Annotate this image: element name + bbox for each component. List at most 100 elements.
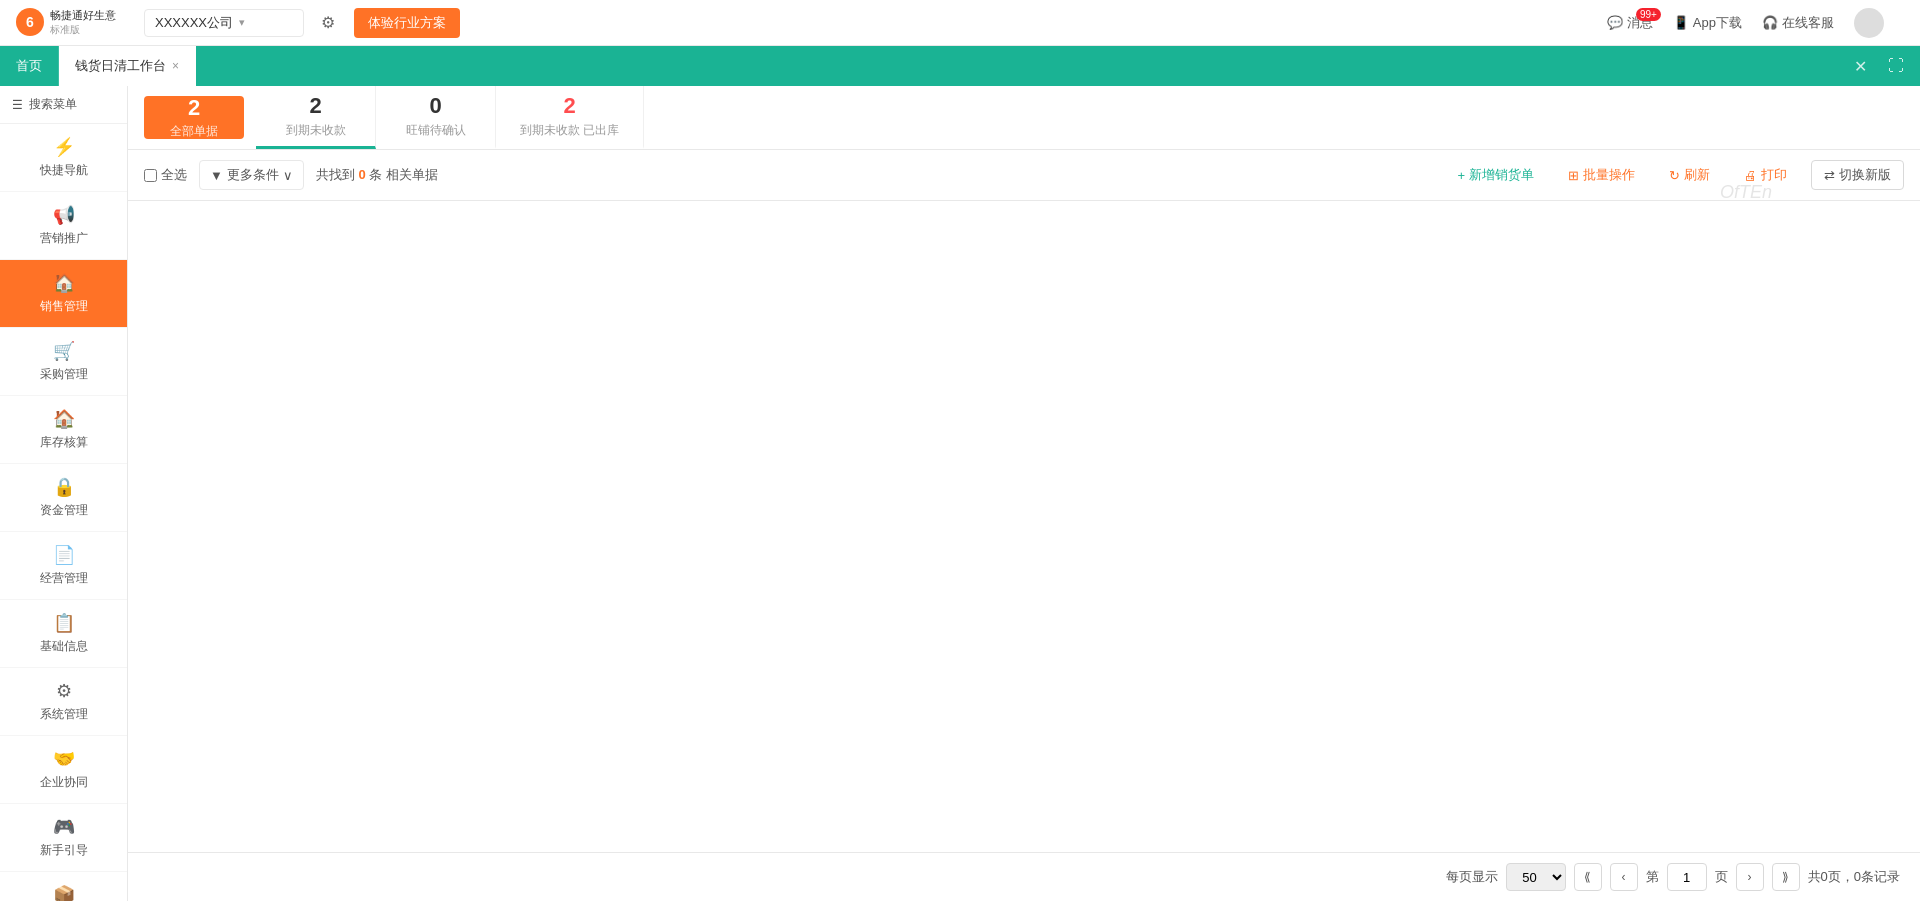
sidebar-label-sales: 销售管理 (40, 298, 88, 315)
active-tab-label: 钱货日清工作台 (75, 57, 166, 75)
message-icon: 💬 (1607, 15, 1623, 30)
add-sales-label: 新增销货单 (1469, 166, 1534, 184)
content-area: 2 全部单据 2 到期未收款 0 旺铺待确认 2 到期未收款 已出库 全选 (128, 86, 1920, 901)
batch-icon: ⊞ (1568, 168, 1579, 183)
next-page-button[interactable]: › (1736, 863, 1764, 891)
search-icon: ☰ (12, 98, 23, 112)
sidebar-label-guide: 新手引导 (40, 842, 88, 859)
tab-close-icon[interactable]: × (172, 59, 179, 73)
tab-active[interactable]: 钱货日清工作台 × (59, 46, 196, 86)
pagination: 每页显示 50 100 200 ⟪ ‹ 第 页 › ⟫ 共0页，0条记录 (128, 852, 1920, 901)
table-area (128, 201, 1920, 852)
sidebar-label-purchase: 采购管理 (40, 366, 88, 383)
stat-tab-all[interactable]: 2 全部单据 (144, 96, 244, 139)
sidebar-search[interactable]: ☰ 搜索菜单 (0, 86, 127, 124)
tab-collapse-button[interactable]: ✕ (1846, 52, 1874, 80)
download-icon: 📱 (1673, 15, 1689, 30)
avatar[interactable] (1854, 8, 1884, 38)
stat-number-shipped: 2 (564, 93, 576, 119)
tab-bar-actions: ✕ ⛶ (1846, 52, 1920, 80)
online-service-label: 在线客服 (1782, 14, 1834, 32)
messages-button[interactable]: 💬 消息 99+ (1607, 14, 1653, 32)
total-info: 共0页，0条记录 (1808, 868, 1900, 886)
switch-icon: ⇄ (1824, 168, 1835, 183)
sidebar-label-base-info: 基础信息 (40, 638, 88, 655)
switch-version-button[interactable]: ⇄ 切换新版 (1811, 160, 1904, 190)
result-count-text: 共找到 0 条 相关单据 (316, 166, 438, 184)
main-layout: ☰ 搜索菜单 ⚡ 快捷导航 📢 营销推广 🏠 销售管理 🛒 采购管理 🏠 库存核… (0, 86, 1920, 901)
sidebar-label-cooperation: 企业协同 (40, 774, 88, 791)
first-page-button[interactable]: ⟪ (1574, 863, 1602, 891)
batch-button[interactable]: ⊞ 批量操作 (1558, 161, 1645, 189)
inventory-icon: 🏠 (53, 408, 75, 430)
collapse-icon: ✕ (1854, 57, 1867, 76)
sidebar-label-quick-nav: 快捷导航 (40, 162, 88, 179)
sidebar-item-inventory[interactable]: 🏠 库存核算 (0, 396, 127, 464)
refresh-button[interactable]: ↻ 刷新 (1659, 161, 1720, 189)
sidebar-item-guide[interactable]: 🎮 新手引导 (0, 804, 127, 872)
stat-label-overdue: 到期未收款 (286, 122, 346, 139)
stat-tab-pending[interactable]: 0 旺铺待确认 (376, 86, 496, 149)
page-number-input[interactable] (1667, 863, 1707, 891)
app-name-block: 畅捷通好生意 标准版 (50, 8, 116, 36)
batch-label: 批量操作 (1583, 166, 1635, 184)
sales-icon: 🏠 (53, 272, 75, 294)
stat-tab-overdue[interactable]: 2 到期未收款 (256, 86, 376, 149)
sidebar-item-marketing[interactable]: 📢 营销推广 (0, 192, 127, 260)
sidebar-item-purchase[interactable]: 🛒 采购管理 (0, 328, 127, 396)
top-header: 6 畅捷通好生意 标准版 XXXXXX公司 ▾ ⚙ 体验行业方案 💬 消息 99… (0, 0, 1920, 46)
filter-button[interactable]: ▼ 更多条件 ∨ (199, 160, 304, 190)
app-logo: 6 (16, 8, 44, 36)
sidebar-item-app-center[interactable]: 📦 应用中心 (0, 872, 127, 901)
sidebar-item-sales[interactable]: 🏠 销售管理 (0, 260, 127, 328)
tab-home[interactable]: 首页 (0, 46, 59, 86)
gear-icon: ⚙ (321, 13, 335, 32)
sidebar: ☰ 搜索菜单 ⚡ 快捷导航 📢 营销推广 🏠 销售管理 🛒 采购管理 🏠 库存核… (0, 86, 128, 901)
sidebar-item-system[interactable]: ⚙ 系统管理 (0, 668, 127, 736)
stat-tab-shipped[interactable]: 2 到期未收款 已出库 (496, 86, 644, 149)
app-edition: 标准版 (50, 23, 116, 37)
header-right: 💬 消息 99+ 📱 App下载 🎧 在线客服 (1607, 8, 1904, 38)
sidebar-item-finance[interactable]: 🔒 资金管理 (0, 464, 127, 532)
guide-icon: 🎮 (53, 816, 75, 838)
last-page-button[interactable]: ⟫ (1772, 863, 1800, 891)
settings-button[interactable]: ⚙ (312, 7, 344, 39)
add-sales-button[interactable]: + 新增销货单 (1447, 161, 1544, 189)
service-icon: 🎧 (1762, 15, 1778, 30)
trial-button[interactable]: 体验行业方案 (354, 8, 460, 38)
page-label: 第 (1646, 868, 1659, 886)
app-name: 畅捷通好生意 (50, 8, 116, 22)
online-service-button[interactable]: 🎧 在线客服 (1762, 14, 1834, 32)
per-page-select[interactable]: 50 100 200 (1506, 863, 1566, 891)
base-info-icon: 📋 (53, 612, 75, 634)
stat-number-overdue: 2 (309, 93, 321, 119)
stat-label-all: 全部单据 (170, 123, 218, 140)
print-label: 打印 (1761, 166, 1787, 184)
app-download-button[interactable]: 📱 App下载 (1673, 14, 1742, 32)
company-name: XXXXXX公司 (155, 14, 233, 32)
sidebar-label-finance: 资金管理 (40, 502, 88, 519)
tab-expand-button[interactable]: ⛶ (1882, 52, 1910, 80)
company-selector[interactable]: XXXXXX公司 ▾ (144, 9, 304, 37)
page-unit: 页 (1715, 868, 1728, 886)
select-all-input[interactable] (144, 169, 157, 182)
tab-bar: 首页 钱货日清工作台 × ✕ ⛶ (0, 46, 1920, 86)
sidebar-label-marketing: 营销推广 (40, 230, 88, 247)
quick-nav-icon: ⚡ (53, 136, 75, 158)
sidebar-item-cooperation[interactable]: 🤝 企业协同 (0, 736, 127, 804)
toolbar-right: + 新增销货单 ⊞ 批量操作 ↻ 刷新 🖨 打印 ⇄ 切换新版 (1447, 160, 1904, 190)
sidebar-item-operation[interactable]: 📄 经营管理 (0, 532, 127, 600)
stat-number-all: 2 (188, 95, 200, 121)
sidebar-label-system: 系统管理 (40, 706, 88, 723)
stat-number-pending: 0 (429, 93, 441, 119)
marketing-icon: 📢 (53, 204, 75, 226)
select-all-checkbox[interactable]: 全选 (144, 166, 187, 184)
prev-page-button[interactable]: ‹ (1610, 863, 1638, 891)
result-number: 0 (359, 167, 366, 182)
sidebar-item-quick-nav[interactable]: ⚡ 快捷导航 (0, 124, 127, 192)
sidebar-label-inventory: 库存核算 (40, 434, 88, 451)
home-tab-label: 首页 (16, 57, 42, 75)
toolbar: 全选 ▼ 更多条件 ∨ 共找到 0 条 相关单据 + 新增销货单 ⊞ 批量操作 (128, 150, 1920, 201)
print-button[interactable]: 🖨 打印 (1734, 161, 1797, 189)
sidebar-item-base-info[interactable]: 📋 基础信息 (0, 600, 127, 668)
